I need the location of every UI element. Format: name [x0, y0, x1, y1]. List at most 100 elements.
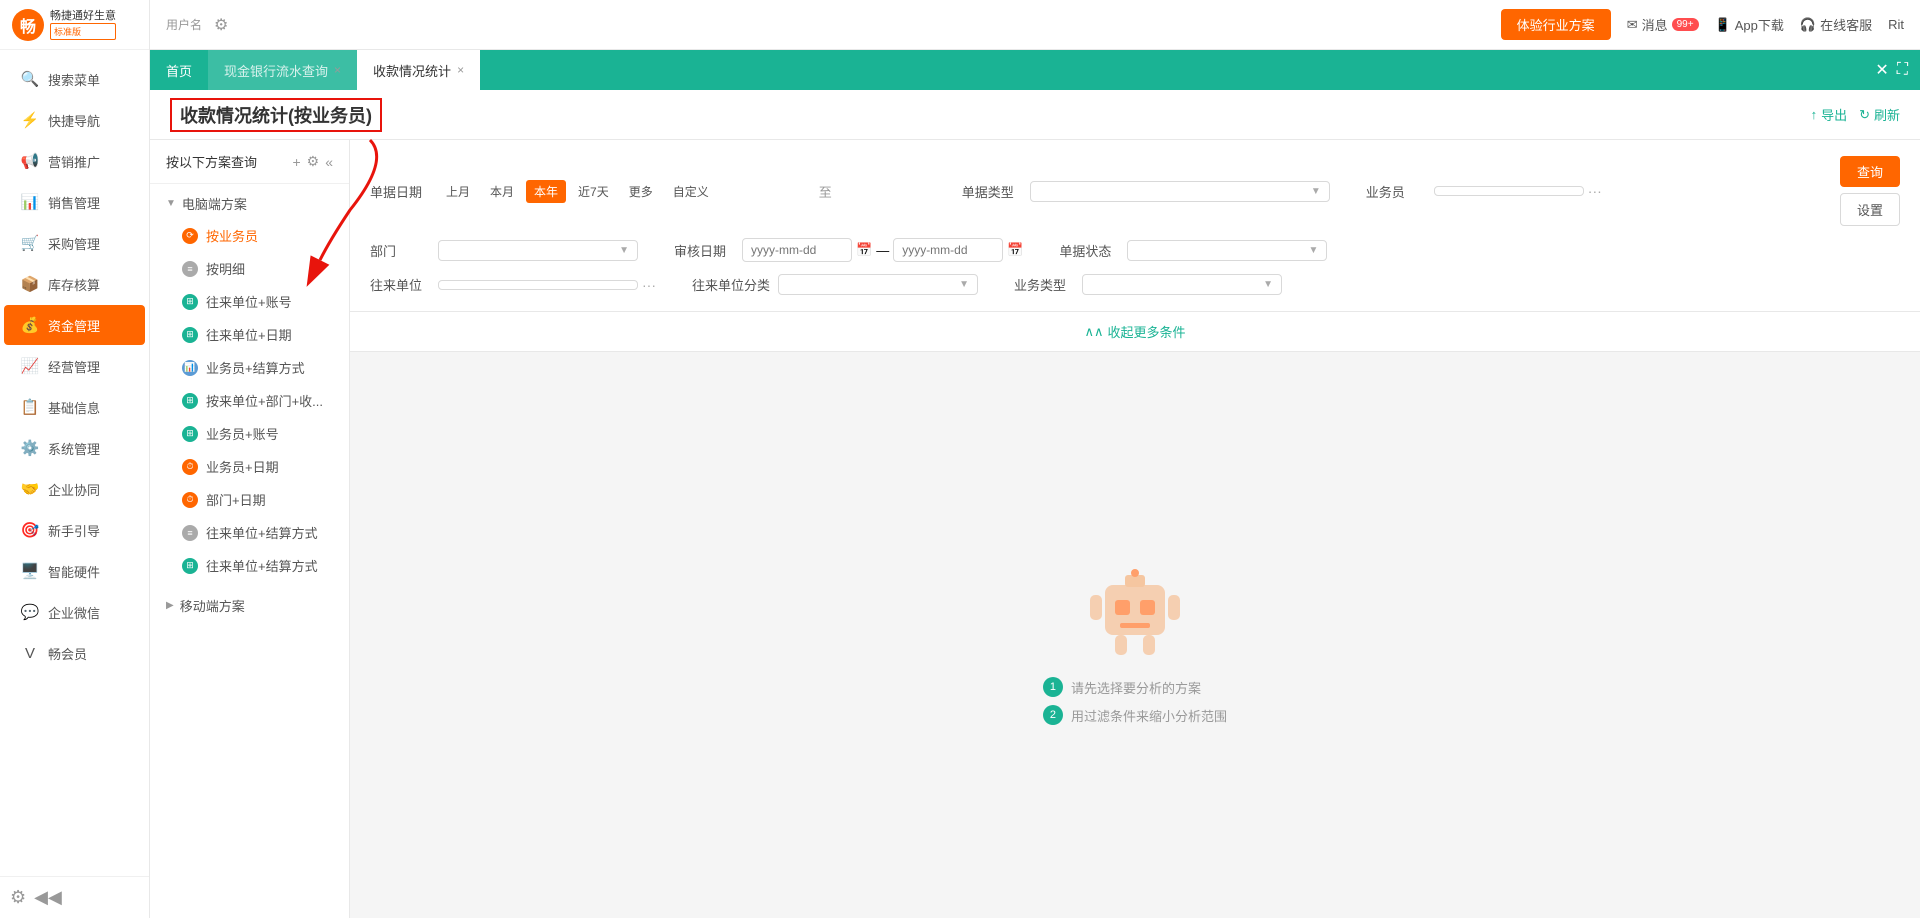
content-main: 1 请先选择要分析的方案 2 用过滤条件来缩小分析范围	[350, 352, 1920, 918]
settings-gear-icon[interactable]: ⚙	[10, 887, 26, 908]
refresh-icon: ↻	[1859, 107, 1870, 123]
scheme-item-icon: ⊞	[182, 558, 198, 574]
sidebar-item-purchase[interactable]: 🛒 采购管理	[4, 223, 145, 263]
wechat-icon: 💬	[20, 602, 40, 622]
collection-stats-tab-close[interactable]: ×	[457, 63, 464, 77]
collapse-sidebar-icon[interactable]: ◀◀	[34, 887, 62, 908]
logo-badge: 标准版	[50, 23, 116, 40]
sidebar-item-label: 畅会员	[48, 644, 87, 663]
sidebar-item-member[interactable]: V 畅会员	[4, 633, 145, 673]
app-download-action[interactable]: 📱 App下载	[1715, 15, 1784, 34]
collapse-bar[interactable]: ∧∧ 收起更多条件	[350, 312, 1920, 352]
sidebar-item-wechat[interactable]: 💬 企业微信	[4, 592, 145, 632]
group-expand-arrow: ▼	[166, 198, 176, 209]
sidebar-item-system[interactable]: ⚙️ 系统管理	[4, 428, 145, 468]
solution-trial-button[interactable]: 体验行业方案	[1501, 9, 1611, 40]
doc-type-select[interactable]: ▼	[1030, 181, 1330, 202]
sidebar-item-sales[interactable]: 📊 销售管理	[4, 182, 145, 222]
date-tab-custom[interactable]: 自定义	[665, 180, 717, 203]
topbar-actions: 体验行业方案 ✉ 消息 99+ 📱 App下载 🎧 在线客服 Rit	[1501, 9, 1904, 40]
date-to-input[interactable]: 2023-12-31	[836, 180, 926, 202]
tab-home[interactable]: 首页	[150, 50, 208, 90]
scheme-item-salesperson-settlement[interactable]: 📊 业务员+结算方式	[150, 351, 349, 384]
salesperson-more-btn[interactable]: ···	[1588, 183, 1602, 199]
online-service-action[interactable]: 🎧 在线客服	[1800, 15, 1872, 34]
query-button[interactable]: 查询	[1840, 156, 1900, 187]
sidebar-item-quick-nav[interactable]: ⚡ 快捷导航	[4, 100, 145, 140]
scheme-item-dept-date[interactable]: ⏱ 部门+日期	[150, 483, 349, 516]
scheme-settings-button[interactable]: ⚙	[307, 153, 320, 170]
scheme-item-counterpart-date[interactable]: ⊞ 往来单位+日期	[150, 318, 349, 351]
panel-actions: + ⚙ «	[292, 153, 333, 170]
main-content: 用户名 ⚙ 体验行业方案 ✉ 消息 99+ 📱 App下载 🎧 在线客服 Rit…	[150, 0, 1920, 918]
sidebar-item-guide[interactable]: 🎯 新手引导	[4, 510, 145, 550]
left-panel: 按以下方案查询 + ⚙ « ▼ 电脑端方案 ⟳ 按业务员 ≡	[150, 140, 350, 918]
sidebar-item-marketing[interactable]: 📢 营销推广	[4, 141, 145, 181]
topbar-settings-icon[interactable]: ⚙	[214, 15, 228, 35]
date-tab-this-year[interactable]: 本年	[526, 180, 566, 203]
scheme-item-label: 往来单位+结算方式	[206, 556, 318, 575]
dept-select[interactable]: ▼	[438, 240, 638, 261]
settings-query-button[interactable]: 设置	[1840, 193, 1900, 226]
sidebar-item-operations[interactable]: 📈 经营管理	[4, 346, 145, 386]
counterpart-category-select[interactable]: ▼	[778, 274, 978, 295]
doc-status-select[interactable]: ▼	[1127, 240, 1327, 261]
biz-type-label: 业务类型	[1014, 275, 1074, 294]
sidebar-item-search-menu[interactable]: 🔍 搜索菜单	[4, 59, 145, 99]
scheme-item-counterpart-settlement2[interactable]: ⊞ 往来单位+结算方式	[150, 549, 349, 582]
scheme-item-label: 往来单位+账号	[206, 292, 292, 311]
scheme-item-counterpart-dept[interactable]: ⊞ 按来单位+部门+收...	[150, 384, 349, 417]
review-date-to-input[interactable]	[893, 238, 1003, 262]
tip-num-1: 1	[1043, 677, 1063, 697]
scheme-item-by-salesperson[interactable]: ⟳ 按业务员	[150, 219, 349, 252]
tab-collection-stats[interactable]: 收款情况统计 ×	[357, 50, 480, 90]
user-name[interactable]: Rit	[1888, 17, 1904, 32]
date-tab-7days[interactable]: 近7天	[570, 180, 617, 203]
sidebar-item-label: 基础信息	[48, 398, 100, 417]
date-tab-this-month[interactable]: 本月	[482, 180, 522, 203]
sidebar-item-enterprise[interactable]: 🤝 企业协同	[4, 469, 145, 509]
sidebar-item-basic-info[interactable]: 📋 基础信息	[4, 387, 145, 427]
close-tab-button[interactable]: ✕	[1875, 60, 1888, 80]
sidebar-item-label: 销售管理	[48, 193, 100, 212]
date-from-input[interactable]: 2023-01-01	[725, 180, 815, 202]
tip-num-2: 2	[1043, 705, 1063, 725]
scheme-item-icon: ≡	[182, 261, 198, 277]
biz-type-arrow: ▼	[1263, 279, 1273, 290]
sidebar-item-finance[interactable]: 💰 资金管理	[4, 305, 145, 345]
sidebar-item-smart-hw[interactable]: 🖥️ 智能硬件	[4, 551, 145, 591]
calendar-to-icon[interactable]: 📅	[1007, 242, 1023, 258]
scheme-item-counterpart-settlement1[interactable]: ≡ 往来单位+结算方式	[150, 516, 349, 549]
calendar-from-icon[interactable]: 📅	[856, 242, 872, 258]
scheme-item-salesperson-account[interactable]: ⊞ 业务员+账号	[150, 417, 349, 450]
counterpart-more-btn[interactable]: ···	[642, 277, 656, 293]
date-filter-label: 单据日期	[370, 182, 430, 201]
export-button[interactable]: ↑ 导出	[1811, 105, 1848, 124]
scheme-item-by-detail[interactable]: ≡ 按明细	[150, 252, 349, 285]
counterpart-select[interactable]	[438, 280, 638, 290]
salesperson-select[interactable]	[1434, 186, 1584, 196]
bank-flow-tab-close[interactable]: ×	[334, 63, 341, 77]
desktop-group-header[interactable]: ▼ 电脑端方案	[150, 188, 349, 219]
biz-type-select[interactable]: ▼	[1082, 274, 1282, 295]
tab-end-actions: ✕ ⛶	[1875, 60, 1920, 80]
mobile-scheme-group: ▶ 移动端方案	[150, 586, 349, 625]
maximize-tab-button[interactable]: ⛶	[1897, 61, 1908, 79]
finance-icon: 💰	[20, 315, 40, 335]
sidebar-item-label: 资金管理	[48, 316, 100, 335]
scheme-item-counterpart-account[interactable]: ⊞ 往来单位+账号	[150, 285, 349, 318]
download-icon: 📱	[1715, 17, 1731, 33]
message-action[interactable]: ✉ 消息 99+	[1627, 15, 1699, 34]
sales-icon: 📊	[20, 192, 40, 212]
date-tab-more[interactable]: 更多	[621, 180, 661, 203]
sidebar-item-label: 企业微信	[48, 603, 100, 622]
collapse-panel-button[interactable]: «	[325, 153, 333, 170]
scheme-item-salesperson-date[interactable]: ⏱ 业务员+日期	[150, 450, 349, 483]
date-tab-last-month[interactable]: 上月	[438, 180, 478, 203]
mobile-group-header[interactable]: ▶ 移动端方案	[150, 590, 349, 621]
add-scheme-button[interactable]: +	[292, 153, 300, 170]
tab-bank-flow[interactable]: 现金银行流水查询 ×	[208, 50, 357, 90]
sidebar-item-inventory[interactable]: 📦 库存核算	[4, 264, 145, 304]
review-date-from-input[interactable]	[742, 238, 852, 262]
refresh-button[interactable]: ↻ 刷新	[1859, 105, 1900, 124]
